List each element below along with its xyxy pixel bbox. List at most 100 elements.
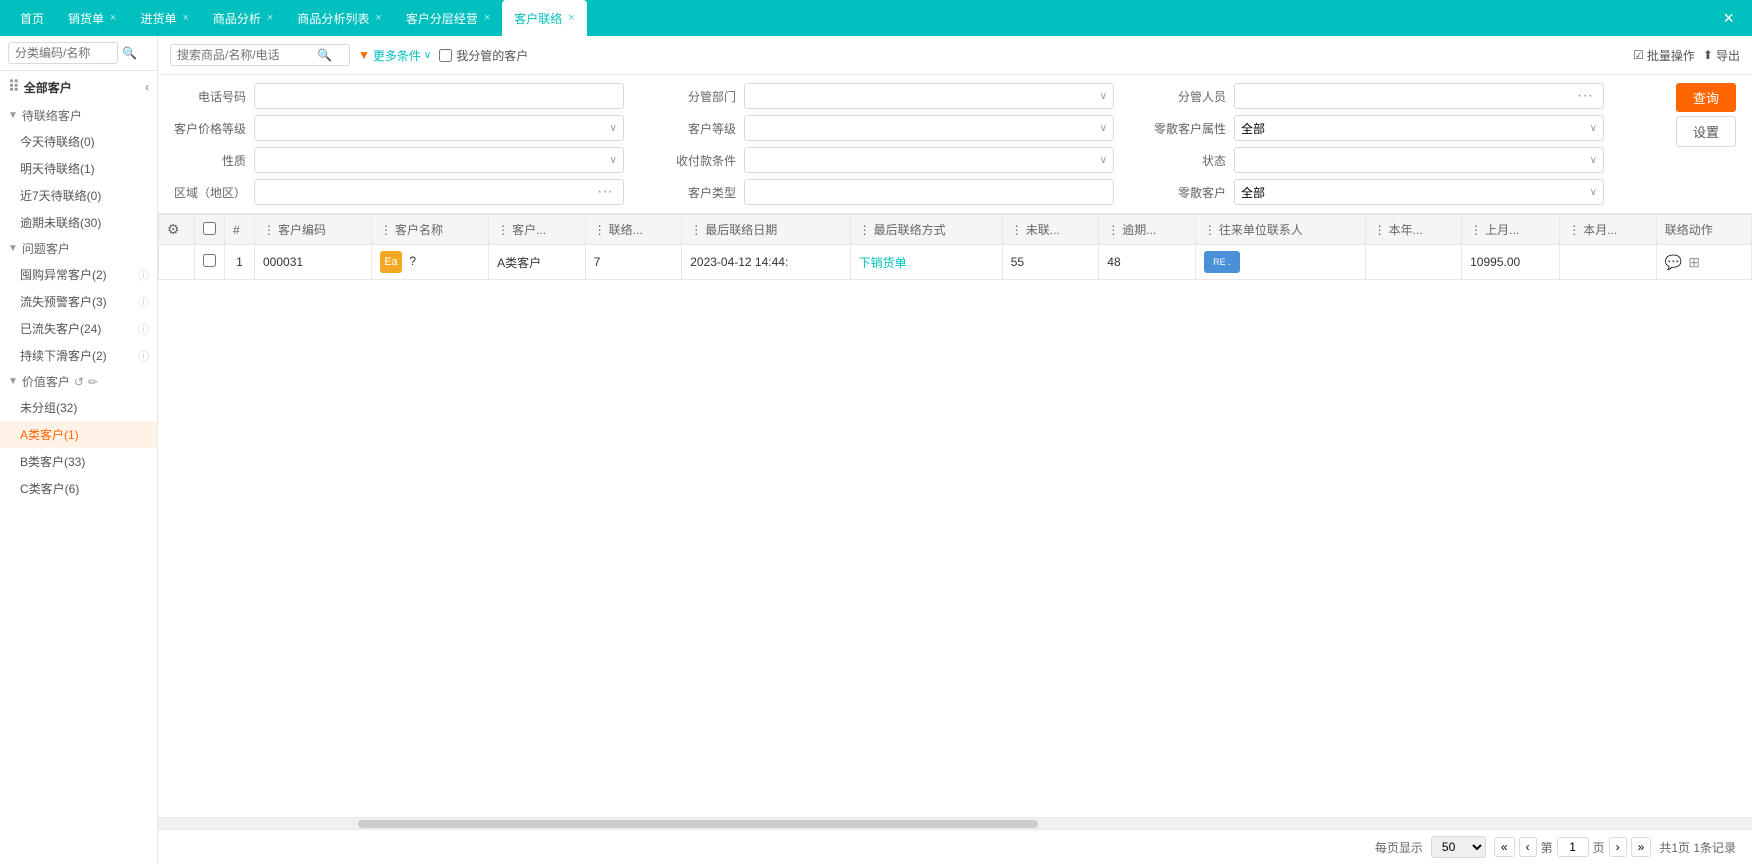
dept-select[interactable]: ∨ (744, 83, 1114, 109)
horizontal-scrollbar[interactable] (158, 817, 1752, 829)
collapse-icon[interactable]: ‹ (145, 80, 149, 94)
sidebar-item-7day-contact[interactable]: 近7天待联络(0) (0, 182, 157, 209)
col-customer-level[interactable]: ⋮ 客户... (489, 215, 586, 245)
message-action-icon[interactable]: 💬 (1665, 254, 1682, 271)
col-customer-name[interactable]: ⋮ 客户名称 (372, 215, 489, 245)
nav-purchase[interactable]: 进货单 × (128, 0, 200, 36)
filter-more-conditions[interactable]: ▼ 更多条件 ∨ (358, 47, 431, 64)
nav-customer-segment-close[interactable]: × (484, 12, 490, 24)
nav-product-analysis-list-close[interactable]: × (375, 12, 381, 24)
nav-purchase-close[interactable]: × (182, 12, 188, 24)
next-page-button[interactable]: › (1609, 837, 1627, 857)
edit-icon[interactable]: ✏ (88, 375, 98, 389)
sidebar-search-input[interactable] (8, 42, 118, 64)
nav-close-all[interactable]: × (1713, 8, 1744, 29)
row-select-checkbox[interactable] (203, 254, 216, 267)
nav-sales-close[interactable]: × (110, 12, 116, 24)
sidebar-item-class-b[interactable]: B类客户(33) (0, 448, 157, 475)
pricelevel-select[interactable]: ∨ (254, 115, 624, 141)
sidebar-item-class-a[interactable]: A类客户(1) (0, 421, 157, 448)
filter-search-input[interactable] (177, 48, 317, 62)
col-last-contact-method[interactable]: ⋮ 最后联络方式 (850, 215, 1002, 245)
sidebar-all-customers-header[interactable]: ⠿ 全部客户 ‹ (0, 71, 157, 103)
sidebar-item-ungrouped[interactable]: 未分组(32) (0, 394, 157, 421)
col-seq: # (225, 215, 255, 245)
row-overdue-days: 48 (1099, 245, 1196, 280)
nav-product-analysis[interactable]: 商品分析 × (201, 0, 285, 36)
query-button[interactable]: 查询 (1676, 83, 1736, 112)
col-contact-count[interactable]: ⋮ 联络... (585, 215, 682, 245)
col-contact-person[interactable]: ⋮ 往来单位联系人 (1195, 215, 1365, 245)
sidebar-search-icon[interactable]: 🔍 (122, 46, 137, 60)
retailcustomer-select[interactable]: 全部 ∨ (1234, 179, 1604, 205)
nav-sales[interactable]: 销货单 × (56, 0, 128, 36)
nav-home[interactable]: 首页 (8, 0, 56, 36)
prev-page-button[interactable]: ‹ (1519, 837, 1537, 857)
col-actions: 联络动作 (1656, 215, 1751, 245)
sidebar-item-hoard-abnormal[interactable]: 囤购异常客户(2) ⓘ (0, 261, 157, 288)
phone-input[interactable] (254, 83, 624, 109)
more-action-icon[interactable]: ⊞ (1688, 254, 1700, 271)
filter-retailattr-field: 零散客户属性 全部 ∨ (1154, 115, 1604, 141)
status-select[interactable]: ∨ (1234, 147, 1604, 173)
last-page-button[interactable]: » (1631, 837, 1652, 857)
filter-right-actions: ☑ 批量操作 ⬆ 导出 (1633, 47, 1740, 64)
filter-search-icon[interactable]: 🔍 (317, 48, 332, 62)
sidebar-item-today-contact[interactable]: 今天待联络(0) (0, 128, 157, 155)
sidebar-item-churned[interactable]: 已流失客户(24) ⓘ (0, 315, 157, 342)
customerlevel-select[interactable]: ∨ (744, 115, 1114, 141)
export-button[interactable]: ⬆ 导出 (1703, 47, 1740, 64)
col-year-amount[interactable]: ⋮ 本年... (1365, 215, 1462, 245)
col-customer-code[interactable]: ⋮ 客户编码 (255, 215, 372, 245)
batch-operation-button[interactable]: ☑ 批量操作 (1633, 47, 1695, 64)
nature-select[interactable]: ∨ (254, 147, 624, 173)
triangle-down-icon3: ▼ (8, 376, 18, 387)
region-select[interactable]: ··· (254, 179, 624, 205)
my-customers-filter[interactable]: 我分管的客户 (439, 47, 528, 64)
filter-icon: ▼ (358, 48, 370, 62)
page-number-input[interactable] (1557, 837, 1589, 857)
person-dots[interactable]: ··· (1573, 87, 1597, 105)
first-page-button[interactable]: « (1494, 837, 1515, 857)
gear-icon[interactable]: ⚙ (167, 221, 180, 237)
pricelevel-arrow: ∨ (610, 123, 617, 134)
scrollbar-thumb[interactable] (358, 820, 1038, 828)
retailattr-select[interactable]: 全部 ∨ (1234, 115, 1604, 141)
filter-region-field: 区域（地区） ··· (174, 179, 624, 205)
settings-button[interactable]: 设置 (1676, 116, 1736, 147)
nav-customer-segment[interactable]: 客户分层经营 × (394, 0, 502, 36)
sidebar-group-value[interactable]: ▼ 价值客户 ↺ ✏ (0, 369, 157, 394)
sidebar-item-churn-warning[interactable]: 流失预警客户(3) ⓘ (0, 288, 157, 315)
col-not-contact-days[interactable]: ⋮ 未联... (1002, 215, 1099, 245)
sidebar-item-declining[interactable]: 持续下滑客户(2) ⓘ (0, 342, 157, 369)
nav-product-analysis-close[interactable]: × (267, 12, 273, 24)
sidebar-group-pending[interactable]: ▼ 待联络客户 (0, 103, 157, 128)
row-checkbox[interactable] (195, 245, 225, 280)
sidebar-item-class-c[interactable]: C类客户(6) (0, 475, 157, 502)
table-header-row: ⚙ # ⋮ 客户编码 (159, 215, 1752, 245)
table-spacer (158, 280, 1752, 817)
paycondition-select[interactable]: ∨ (744, 147, 1114, 173)
pagination-nav: « ‹ 第 页 › » (1494, 837, 1651, 857)
col-last-month[interactable]: ⋮ 上月... (1462, 215, 1560, 245)
nav-product-analysis-list[interactable]: 商品分析列表 × (285, 0, 393, 36)
col-settings[interactable]: ⚙ (159, 215, 195, 245)
main-layout: 🔍 ⠿ 全部客户 ‹ ▼ 待联络客户 今天待联络(0) 明天待联络(1) 近7天… (0, 36, 1752, 864)
col-overdue-days[interactable]: ⋮ 逾期... (1099, 215, 1196, 245)
nav-customer-contact-close[interactable]: × (568, 12, 574, 24)
select-all-checkbox[interactable] (203, 222, 216, 235)
last-contact-method-link[interactable]: 下销货单 (859, 256, 907, 270)
nav-customer-contact[interactable]: 客户联络 × (502, 0, 586, 36)
table-row: 1 000031 Ea ? A类客户 7 (159, 245, 1752, 280)
sidebar-group-problem[interactable]: ▼ 问题客户 (0, 236, 157, 261)
sidebar-item-tomorrow-contact[interactable]: 明天待联络(1) (0, 155, 157, 182)
page-size-select[interactable]: 50 100 200 (1431, 836, 1486, 858)
region-dots[interactable]: ··· (593, 183, 617, 201)
person-select[interactable]: ··· (1234, 83, 1604, 109)
my-customers-checkbox[interactable] (439, 49, 452, 62)
customertype-select[interactable] (744, 179, 1114, 205)
refresh-icon[interactable]: ↺ (74, 375, 84, 389)
sidebar-item-overdue-contact[interactable]: 逾期未联络(30) (0, 209, 157, 236)
col-last-contact-date[interactable]: ⋮ 最后联络日期 (682, 215, 850, 245)
col-this-month[interactable]: ⋮ 本月... (1560, 215, 1657, 245)
